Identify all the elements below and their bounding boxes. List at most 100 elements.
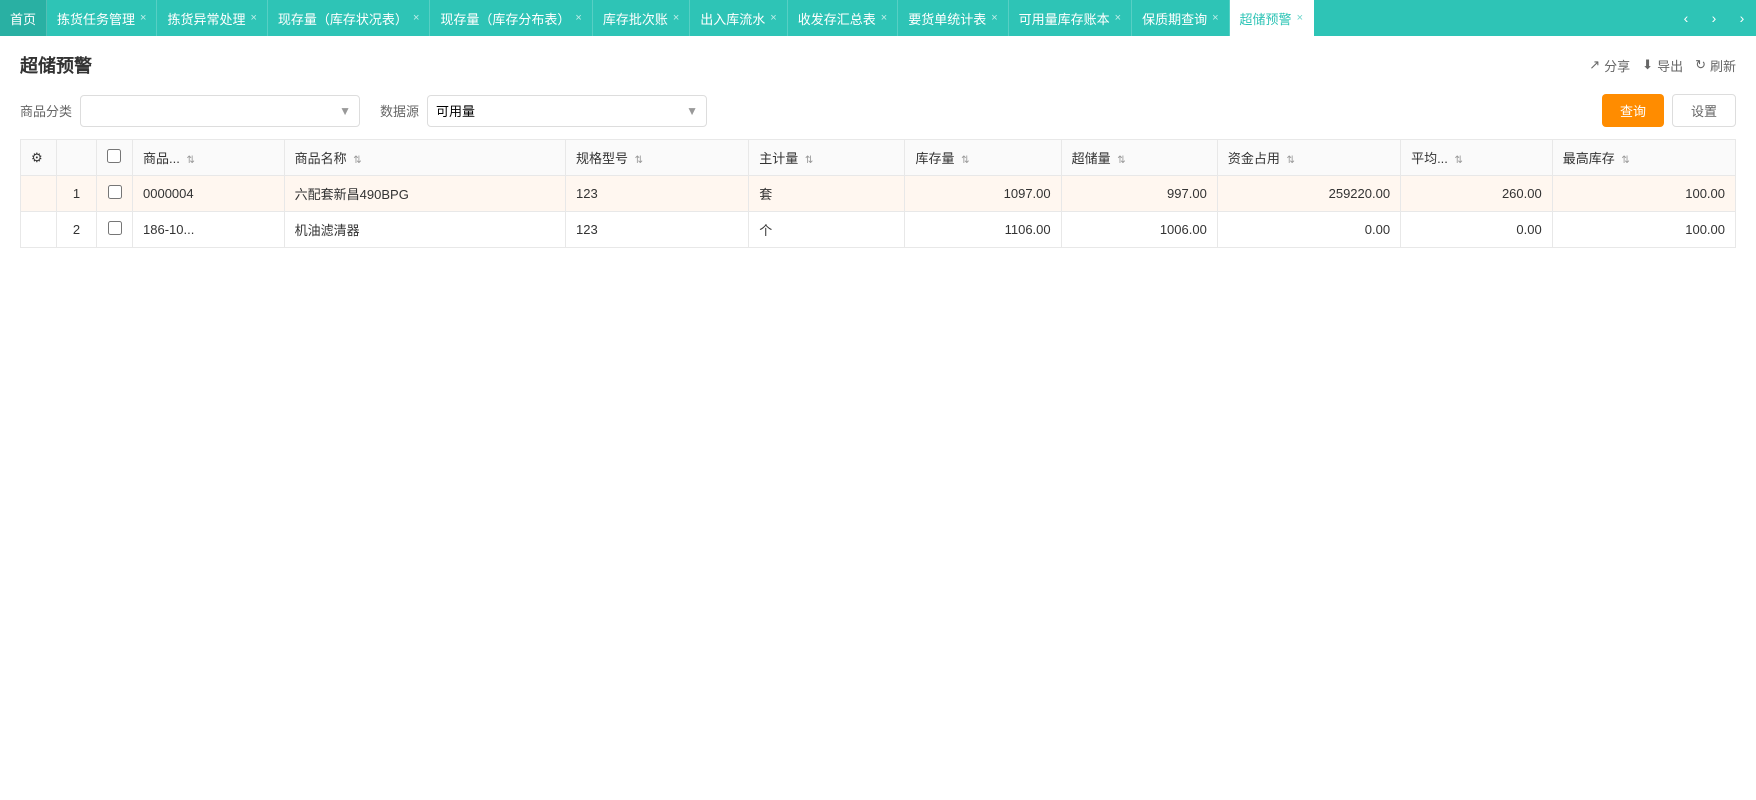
nav-right-arrow[interactable]: › (1700, 0, 1728, 36)
sort-icon: ⇅ (1286, 155, 1294, 166)
tab-overstock[interactable]: 超储预警 × (1230, 0, 1314, 36)
close-icon[interactable]: × (770, 12, 776, 24)
th-product-name[interactable]: 商品名称 ⇅ (284, 140, 565, 176)
sort-icon: ⇅ (635, 155, 643, 166)
row-checkbox-cell[interactable] (97, 176, 133, 212)
tab-available[interactable]: 可用量库存账本 × (1009, 0, 1132, 36)
category-filter: 商品分类 ▼ (20, 95, 360, 127)
category-label: 商品分类 (20, 101, 72, 120)
row-product-code: 0000004 (133, 176, 285, 212)
tab-pick-exception[interactable]: 拣货异常处理 × (157, 0, 267, 36)
row-settings (21, 212, 57, 248)
datasource-label: 数据源 (380, 101, 419, 120)
th-checkbox[interactable] (97, 140, 133, 176)
table-row: 2 186-10... 机油滤清器 123 个 1106.00 1006.00 … (21, 212, 1736, 248)
tab-quality[interactable]: 保质期查询 × (1132, 0, 1229, 36)
row-max-stock: 100.00 (1552, 212, 1735, 248)
th-overstock[interactable]: 超储量 ⇅ (1061, 140, 1217, 176)
tab-stock-status[interactable]: 现存量（库存状况表） × (268, 0, 430, 36)
table-row: 1 0000004 六配套新昌490BPG 123 套 1097.00 997.… (21, 176, 1736, 212)
settings-button[interactable]: 设置 (1672, 94, 1736, 127)
th-max-stock[interactable]: 最高库存 ⇅ (1552, 140, 1735, 176)
close-icon[interactable]: × (1297, 12, 1303, 24)
export-icon: ⬇ (1642, 57, 1653, 73)
row-settings (21, 176, 57, 212)
th-capital[interactable]: 资金占用 ⇅ (1217, 140, 1400, 176)
row-checkbox-cell[interactable] (97, 212, 133, 248)
row-index: 2 (57, 212, 97, 248)
nav-more-arrow[interactable]: › (1728, 0, 1756, 36)
row-spec: 123 (566, 212, 749, 248)
share-button[interactable]: ↗ 分享 (1589, 56, 1630, 75)
refresh-icon: ↻ (1695, 57, 1706, 73)
close-icon[interactable]: × (1115, 12, 1121, 24)
close-icon[interactable]: × (250, 12, 256, 24)
sort-icon: ⇅ (1117, 155, 1125, 166)
datasource-select[interactable]: 可用量 ▼ (427, 95, 707, 127)
row-max-stock: 100.00 (1552, 176, 1735, 212)
row-spec: 123 (566, 176, 749, 212)
close-icon[interactable]: × (1212, 12, 1218, 24)
chevron-down-icon: ▼ (339, 104, 351, 118)
row-stock: 1097.00 (905, 176, 1061, 212)
tab-stock-dist[interactable]: 现存量（库存分布表） × (430, 0, 592, 36)
row-stock: 1106.00 (905, 212, 1061, 248)
filter-actions: 查询 设置 (1602, 94, 1736, 127)
close-icon[interactable]: × (413, 12, 419, 24)
sort-icon: ⇅ (1455, 155, 1463, 166)
close-icon[interactable]: × (140, 12, 146, 24)
close-icon[interactable]: × (991, 12, 997, 24)
share-icon: ↗ (1589, 57, 1600, 73)
row-capital: 0.00 (1217, 212, 1400, 248)
gear-icon: ⚙ (31, 150, 43, 165)
th-index (57, 140, 97, 176)
query-button[interactable]: 查询 (1602, 94, 1664, 127)
close-icon[interactable]: × (575, 12, 581, 24)
th-avg[interactable]: 平均... ⇅ (1401, 140, 1553, 176)
th-settings[interactable]: ⚙ (21, 140, 57, 176)
page-header: 超储预警 ↗ 分享 ⬇ 导出 ↻ 刷新 (20, 52, 1736, 78)
category-select[interactable]: ▼ (80, 95, 360, 127)
nav-left-arrow[interactable]: ‹ (1672, 0, 1700, 36)
tab-inout-flow[interactable]: 出入库流水 × (690, 0, 787, 36)
close-icon[interactable]: × (673, 12, 679, 24)
datasource-filter: 数据源 可用量 ▼ (380, 95, 707, 127)
row-unit: 套 (749, 176, 905, 212)
th-unit[interactable]: 主计量 ⇅ (749, 140, 905, 176)
refresh-button[interactable]: ↻ 刷新 (1695, 56, 1736, 75)
tab-batch[interactable]: 库存批次账 × (593, 0, 690, 36)
table-body: 1 0000004 六配套新昌490BPG 123 套 1097.00 997.… (21, 176, 1736, 248)
sort-icon: ⇅ (1621, 155, 1629, 166)
sort-icon: ⇅ (961, 155, 969, 166)
row-product-name: 六配套新昌490BPG (284, 176, 565, 212)
sort-icon: ⇅ (353, 155, 361, 166)
page-title: 超储预警 (20, 52, 92, 78)
datasource-value: 可用量 (436, 101, 475, 120)
table-header: ⚙ 商品... ⇅ 商品名称 ⇅ 规格型号 ⇅ (21, 140, 1736, 176)
sort-icon: ⇅ (805, 155, 813, 166)
tab-pick-task[interactable]: 拣货任务管理 × (47, 0, 157, 36)
th-product-code[interactable]: 商品... ⇅ (133, 140, 285, 176)
row-index: 1 (57, 176, 97, 212)
th-stock[interactable]: 库存量 ⇅ (905, 140, 1061, 176)
page-content: 超储预警 ↗ 分享 ⬇ 导出 ↻ 刷新 商品分类 ▼ 数据源 (0, 36, 1756, 800)
th-spec[interactable]: 规格型号 ⇅ (566, 140, 749, 176)
row-avg: 0.00 (1401, 212, 1553, 248)
row-overstock: 997.00 (1061, 176, 1217, 212)
row-capital: 259220.00 (1217, 176, 1400, 212)
row-avg: 260.00 (1401, 176, 1553, 212)
tab-order-stat[interactable]: 要货单统计表 × (898, 0, 1008, 36)
row-overstock: 1006.00 (1061, 212, 1217, 248)
page-actions: ↗ 分享 ⬇ 导出 ↻ 刷新 (1589, 56, 1736, 75)
data-table: ⚙ 商品... ⇅ 商品名称 ⇅ 规格型号 ⇅ (20, 139, 1736, 248)
tab-summary[interactable]: 收发存汇总表 × (788, 0, 898, 36)
select-all-checkbox[interactable] (107, 149, 121, 163)
topbar: 首页 拣货任务管理 × 拣货异常处理 × 现存量（库存状况表） × 现存量（库存… (0, 0, 1756, 36)
row-product-name: 机油滤清器 (284, 212, 565, 248)
close-icon[interactable]: × (881, 12, 887, 24)
row-checkbox[interactable] (108, 185, 122, 199)
export-button[interactable]: ⬇ 导出 (1642, 56, 1683, 75)
row-checkbox[interactable] (108, 221, 122, 235)
row-unit: 个 (749, 212, 905, 248)
tab-home[interactable]: 首页 (0, 0, 47, 36)
